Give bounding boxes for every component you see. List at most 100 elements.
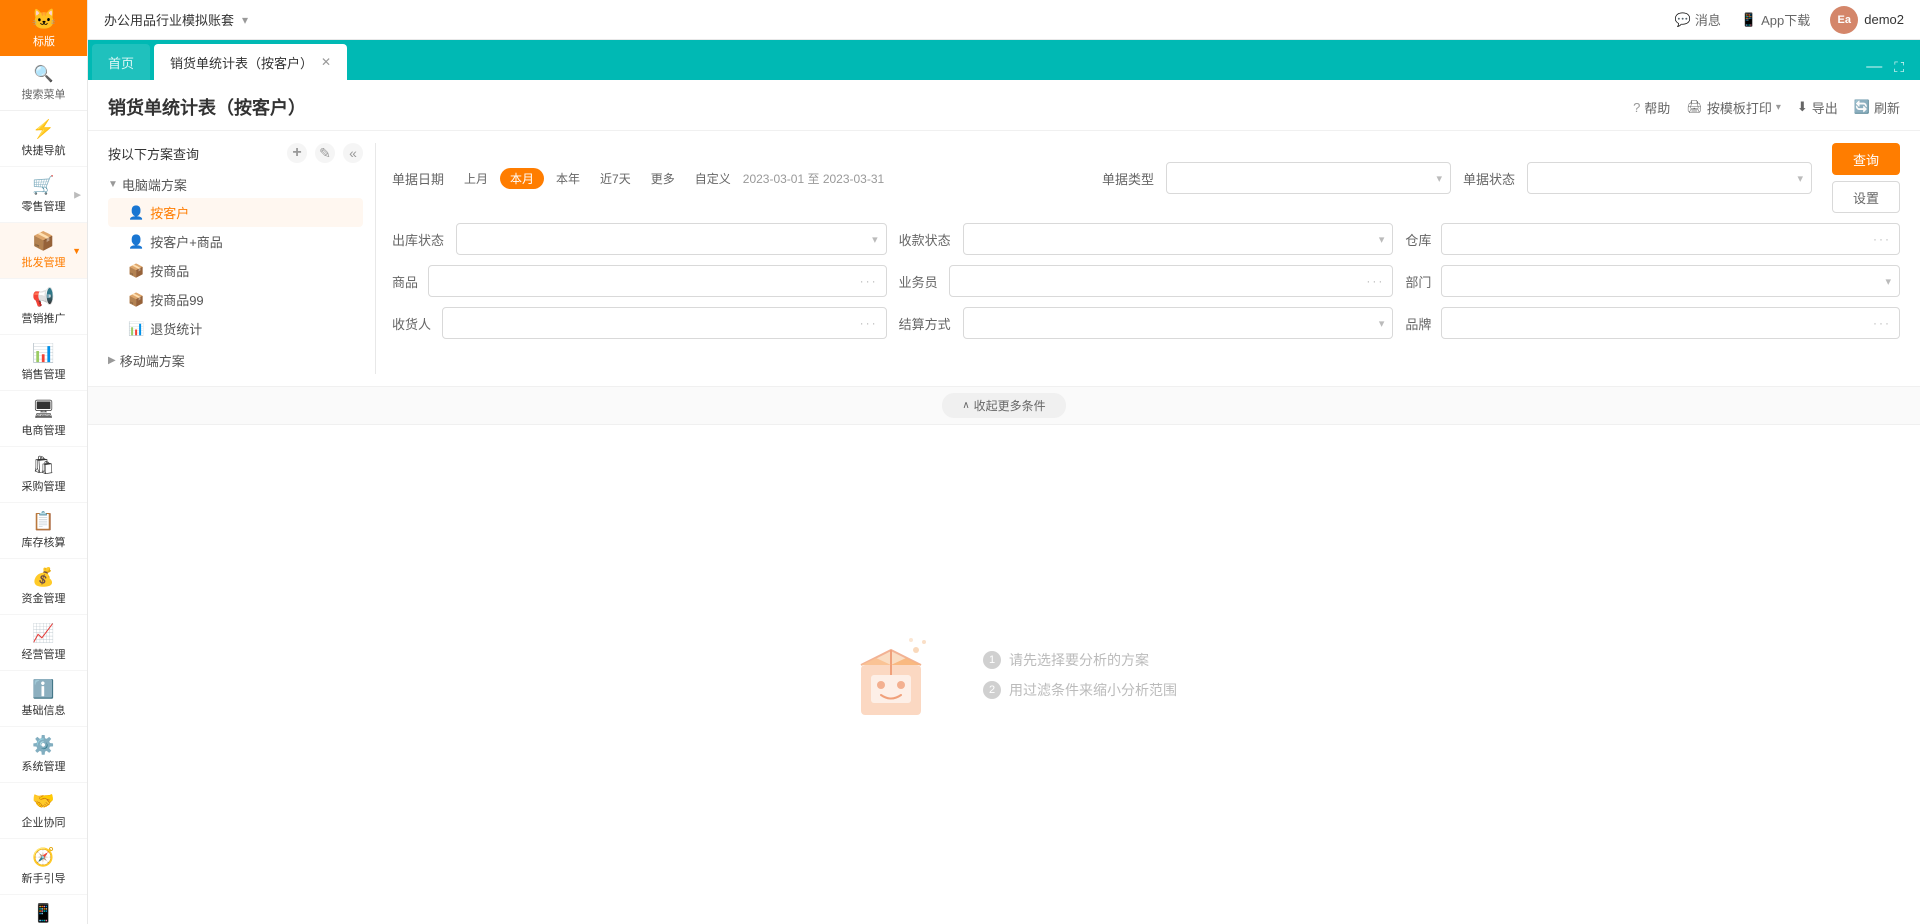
- topbar: 办公用品行业模拟账套 ▾ 💬 消息 📱 App下载 Ea demo2: [88, 0, 1920, 40]
- brand-dots: ···: [1873, 316, 1891, 330]
- sidebar-item-finance[interactable]: 💰 资金管理: [0, 559, 87, 615]
- doc-status-input[interactable]: ▾: [1527, 162, 1812, 194]
- filter-row-4: 收货人 ··· 结算方式 ▾ 品牌: [392, 307, 1900, 339]
- receiver-input[interactable]: ···: [442, 307, 887, 339]
- department-chevron: ▾: [1885, 275, 1891, 288]
- department-input[interactable]: ▾: [1441, 265, 1900, 297]
- maximize-icon[interactable]: ⛶: [1894, 59, 1904, 76]
- sidebar-item-label: 经营管理: [22, 646, 66, 662]
- sidebar-item-ecommerce[interactable]: 🖥 电商管理: [0, 391, 87, 447]
- tab-sales-stat[interactable]: 销货单统计表（按客户） ✕: [154, 44, 347, 80]
- sidebar-item-retail[interactable]: 🛒 零售管理 ▶: [0, 167, 87, 223]
- date-tab-this-year[interactable]: 本年: [548, 168, 588, 189]
- empty-tips: 1 请先选择要分析的方案 2 用过滤条件来缩小分析范围: [983, 650, 1177, 700]
- scheme-group-desktop-title[interactable]: ▼ 电脑端方案: [108, 171, 363, 198]
- date-tab-custom[interactable]: 自定义: [687, 168, 739, 189]
- scheme-item-label: 退货统计: [150, 319, 202, 338]
- app-name: 办公用品行业模拟账套: [104, 10, 234, 29]
- sidebar-search[interactable]: 🔍 搜索菜单: [0, 56, 87, 111]
- doc-type-chevron: ▾: [1436, 172, 1442, 185]
- filter-field-settlement: 结算方式 ▾: [899, 307, 1394, 339]
- scheme-edit-icon[interactable]: ✎: [315, 143, 335, 163]
- scheme-collapse-icon[interactable]: «: [343, 143, 363, 163]
- sidebar-item-label: 基础信息: [22, 702, 66, 718]
- sidebar-item-label: 企业协同: [22, 814, 66, 830]
- sidebar-item-operations[interactable]: 📈 经营管理: [0, 615, 87, 671]
- app-download-btn[interactable]: 📱 App下载: [1741, 10, 1810, 29]
- help-btn[interactable]: ? 帮助: [1633, 98, 1670, 117]
- scheme-item-by-product[interactable]: 📦 按商品: [108, 256, 363, 285]
- filter-field-date: 单据日期 上月 本月 本年 近7天 更多 自定义 2023-03-01 至 20…: [392, 168, 1090, 189]
- salesperson-dots: ···: [1366, 274, 1384, 288]
- logo-subtitle: 标版: [33, 33, 55, 49]
- industry-dropdown-icon[interactable]: ▾: [242, 13, 248, 27]
- export-btn[interactable]: ⬇ 导出: [1797, 98, 1838, 117]
- sidebar-item-basic-info[interactable]: ℹ️ 基础信息: [0, 671, 87, 727]
- user-menu[interactable]: Ea demo2: [1830, 6, 1904, 34]
- product-input[interactable]: ···: [428, 265, 887, 297]
- doc-type-input[interactable]: ▾: [1166, 162, 1451, 194]
- message-label: 消息: [1695, 10, 1721, 29]
- date-tabs-group: 上月 本月 本年 近7天 更多 自定义: [456, 168, 739, 189]
- scheme-group-mobile-title[interactable]: ▶ 移动端方案: [108, 347, 363, 374]
- sidebar-item-wholesale[interactable]: 📦 批发管理 ▼: [0, 223, 87, 279]
- sidebar-item-label: 采购管理: [22, 478, 66, 494]
- receipt-status-input[interactable]: ▾: [963, 223, 1394, 255]
- tab-close-icon[interactable]: ✕: [321, 55, 331, 69]
- template-print-btn[interactable]: 🖨 按模板打印 ▾: [1686, 98, 1781, 117]
- quick-nav-icon: ⚡: [32, 119, 54, 140]
- app-logo[interactable]: 🐱 标版: [0, 0, 88, 56]
- sidebar-item-inventory[interactable]: 📋 库存核算: [0, 503, 87, 559]
- scheme-item-by-customer[interactable]: 👤 按客户: [108, 198, 363, 227]
- sidebar-item-enterprise[interactable]: 🤝 企业协同: [0, 783, 87, 839]
- sidebar-item-system[interactable]: ⚙️ 系统管理: [0, 727, 87, 783]
- search-icon: 🔍: [34, 64, 54, 84]
- sidebar-item-label: 零售管理: [22, 198, 66, 214]
- scheme-add-icon[interactable]: +: [287, 143, 307, 163]
- sidebar-item-marketing[interactable]: 📢 营销推广: [0, 279, 87, 335]
- chevron-right-icon: ▶: [74, 189, 81, 200]
- brand-input[interactable]: ···: [1441, 307, 1900, 339]
- tip-2-text: 用过滤条件来缩小分析范围: [1009, 680, 1177, 700]
- salesperson-input[interactable]: ···: [949, 265, 1394, 297]
- tab-home[interactable]: 首页: [92, 44, 150, 80]
- basic-info-icon: ℹ️: [32, 679, 54, 700]
- scheme-item-return-stats[interactable]: 📊 退货统计: [108, 314, 363, 343]
- scheme-item-by-product-99[interactable]: 📦 按商品99: [108, 285, 363, 314]
- out-status-label: 出库状态: [392, 230, 448, 249]
- collapse-btn[interactable]: ∧ 收起更多条件: [942, 393, 1065, 418]
- scheme-header-actions: + ✎ «: [287, 143, 363, 163]
- sidebar-search-label: 搜索菜单: [22, 86, 66, 102]
- settings-button[interactable]: 设置: [1832, 181, 1900, 213]
- scheme-item-by-customer-product[interactable]: 👤 按客户+商品: [108, 227, 363, 256]
- template-print-chevron: ▾: [1776, 102, 1781, 113]
- date-tab-this-month[interactable]: 本月: [500, 168, 544, 189]
- sidebar-item-quick-nav[interactable]: ⚡ 快捷导航: [0, 111, 87, 167]
- receipt-status-label: 收款状态: [899, 230, 955, 249]
- empty-state: 1 请先选择要分析的方案 2 用过滤条件来缩小分析范围: [88, 425, 1920, 924]
- date-tab-more[interactable]: 更多: [643, 168, 683, 189]
- settlement-input[interactable]: ▾: [963, 307, 1394, 339]
- sidebar-item-label: 销售管理: [22, 366, 66, 382]
- product-scheme-icon: 📦: [128, 263, 144, 279]
- refresh-btn[interactable]: 🔄 刷新: [1854, 98, 1900, 117]
- sidebar-item-purchase[interactable]: 🛍 采购管理: [0, 447, 87, 503]
- filter-field-brand: 品牌 ···: [1405, 307, 1900, 339]
- date-tab-last7[interactable]: 近7天: [592, 168, 639, 189]
- out-status-input[interactable]: ▾: [456, 223, 887, 255]
- date-tab-last-month[interactable]: 上月: [456, 168, 496, 189]
- sidebar-item-newbie[interactable]: 🧭 新手引导: [0, 839, 87, 895]
- warehouse-input[interactable]: ···: [1441, 223, 1900, 255]
- newbie-icon: 🧭: [32, 847, 54, 868]
- sidebar-item-app-center[interactable]: 📱 应用中心: [0, 895, 87, 924]
- query-button[interactable]: 查询: [1832, 143, 1900, 175]
- topbar-left: 办公用品行业模拟账套 ▾: [104, 10, 248, 29]
- minimize-icon[interactable]: —: [1866, 58, 1882, 76]
- message-icon: 💬: [1675, 12, 1691, 28]
- filter-field-receipt-status: 收款状态 ▾: [899, 223, 1394, 255]
- tip-num-1: 1: [983, 651, 1001, 669]
- message-btn[interactable]: 💬 消息: [1675, 10, 1721, 29]
- filter-field-doc-type: 单据类型 ▾: [1102, 162, 1451, 194]
- date-range-display: 2023-03-01 至 2023-03-31: [743, 170, 884, 187]
- sidebar-item-sales[interactable]: 📊 销售管理: [0, 335, 87, 391]
